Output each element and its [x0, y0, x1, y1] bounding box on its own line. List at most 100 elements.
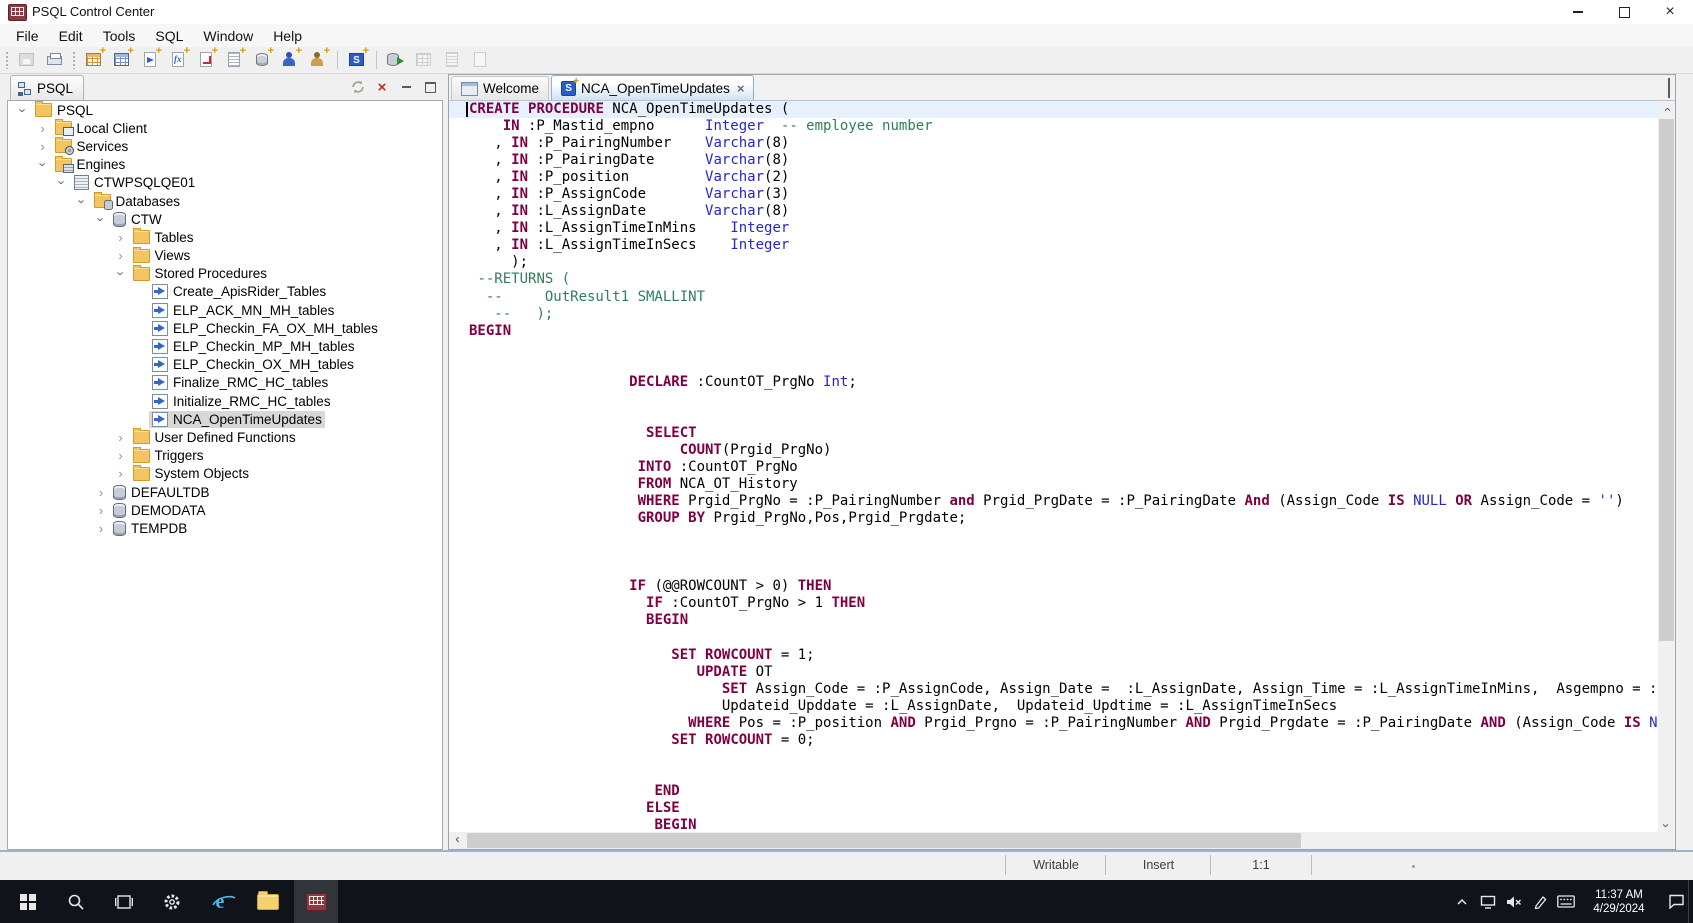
new-group-button[interactable]: + [305, 48, 331, 72]
tree-item-tempdb[interactable]: ›TEMPDB [8, 519, 442, 537]
menu-file[interactable]: File [6, 28, 49, 44]
tree-item-elp-checkin-mp-mh-tables[interactable]: ELP_Checkin_MP_MH_tables [8, 337, 442, 355]
tab-nca-opentimeupdates[interactable]: SNCA_OpenTimeUpdates× [551, 75, 754, 100]
tree-item-defaultdb[interactable]: ›DEFAULTDB [8, 483, 442, 501]
sql-code-editor[interactable]: CREATE PROCEDURE NCA_OpenTimeUpdates ( I… [449, 101, 1658, 834]
tab-welcome[interactable]: Welcome [451, 76, 549, 100]
clock-date: 4/29/2024 [1583, 902, 1655, 916]
tab-psql-explorer[interactable]: PSQL [10, 75, 84, 101]
hidden-icons-chevron[interactable] [1449, 880, 1475, 923]
tree-item-ctwpsqlqe01[interactable]: ›CTWPSQLQE01 [8, 174, 442, 192]
internet-explorer-button[interactable]: e [198, 880, 242, 923]
window-close-button[interactable]: × [1647, 0, 1693, 24]
expand-icon[interactable]: › [112, 248, 130, 263]
tree-item-body: Initialize_RMC_HC_tables [149, 393, 334, 410]
window-minimize-button[interactable] [1555, 0, 1601, 24]
tree-item-tables[interactable]: ›Tables [8, 228, 442, 246]
folder-icon [133, 267, 150, 281]
settings-button[interactable] [150, 880, 194, 923]
tree-item-nca-opentimeupdates[interactable]: NCA_OpenTimeUpdates [8, 410, 442, 428]
collapse-icon[interactable]: › [35, 156, 50, 174]
touch-keyboard-icon[interactable] [1553, 880, 1579, 923]
connect-database-button[interactable] [383, 48, 409, 72]
window-maximize-button[interactable] [1601, 0, 1647, 24]
expand-icon[interactable]: › [34, 139, 52, 154]
remove-connection-icon[interactable]: × [373, 78, 391, 96]
tree-item-elp-checkin-fa-ox-mh-tables[interactable]: ELP_Checkin_FA_OX_MH_tables [8, 319, 442, 337]
tree-item-elp-checkin-ox-mh-tables[interactable]: ELP_Checkin_OX_MH_tables [8, 356, 442, 374]
editor-horizontal-scrollbar[interactable]: › › [449, 832, 1675, 849]
volume-muted-icon[interactable] [1501, 880, 1527, 923]
expand-icon[interactable]: › [92, 521, 110, 536]
expand-icon[interactable]: › [112, 466, 130, 481]
proc-icon [152, 339, 168, 354]
tree-item-demodata[interactable]: ›DEMODATA [8, 501, 442, 519]
tree-item-initialize-rmc-hc-tables[interactable]: Initialize_RMC_HC_tables [8, 392, 442, 410]
collapse-icon[interactable]: › [74, 192, 89, 210]
new-query-button[interactable]: + [137, 48, 163, 72]
tree-item-elp-ack-mn-mh-tables[interactable]: ELP_ACK_MN_MH_tables [8, 301, 442, 319]
taskbar-clock[interactable]: 11:37 AM 4/29/2024 [1583, 888, 1655, 916]
tree-item-databases[interactable]: ›Databases [8, 192, 442, 210]
tree-item-psql[interactable]: ›PSQL [8, 101, 442, 119]
scroll-up-icon[interactable]: › [1658, 101, 1675, 118]
task-view-button[interactable] [102, 880, 146, 923]
new-view-button[interactable]: + [109, 48, 135, 72]
expand-icon[interactable]: › [92, 503, 110, 518]
new-function-button[interactable]: + [165, 48, 191, 72]
tree-item-views[interactable]: ›Views [8, 247, 442, 265]
search-button[interactable] [54, 880, 98, 923]
database-tree[interactable]: ›PSQL›Local Client›Services›Engines›CTWP… [7, 100, 443, 850]
menu-window[interactable]: Window [193, 28, 263, 44]
tree-item-triggers[interactable]: ›Triggers [8, 447, 442, 465]
tab-close-icon[interactable]: × [737, 81, 745, 96]
tree-item-stored-procedures[interactable]: ›Stored Procedures [8, 265, 442, 283]
panel-minimize-icon[interactable] [397, 78, 415, 96]
tree-item-engines[interactable]: ›Engines [8, 156, 442, 174]
code-line: BEGIN [449, 323, 1658, 340]
horizontal-scroll-thumb[interactable] [467, 833, 1301, 848]
new-database-button[interactable]: + [249, 48, 275, 72]
new-table-button[interactable]: + [81, 48, 107, 72]
collapse-icon[interactable]: › [55, 174, 70, 192]
menu-sql[interactable]: SQL [145, 28, 193, 44]
expand-icon[interactable]: › [112, 448, 130, 463]
expand-icon[interactable]: › [92, 485, 110, 500]
tree-item-services[interactable]: ›Services [8, 137, 442, 155]
psql-app-taskbar-button[interactable] [294, 880, 338, 923]
scroll-left-icon[interactable]: › [449, 832, 466, 849]
print-button[interactable] [42, 48, 68, 72]
folder-icon [55, 158, 72, 172]
panel-maximize-icon[interactable] [421, 78, 439, 96]
editor-maximize-icon[interactable] [1668, 80, 1670, 98]
menu-tools[interactable]: Tools [93, 28, 146, 44]
expand-icon[interactable]: › [34, 121, 52, 136]
collapse-icon[interactable]: › [94, 210, 109, 228]
tree-item-user-defined-functions[interactable]: ›User Defined Functions [8, 428, 442, 446]
editor-area: WelcomeSNCA_OpenTimeUpdates× CREATE PROC… [448, 74, 1676, 850]
new-sql-document-button[interactable]: + [344, 48, 370, 72]
collapse-icon[interactable]: › [113, 265, 128, 283]
tree-item-label: Local Client [77, 121, 148, 136]
tree-item-ctw[interactable]: ›CTW [8, 210, 442, 228]
start-button[interactable] [6, 880, 50, 923]
editor-vertical-scrollbar[interactable]: › › [1658, 101, 1675, 834]
expand-icon[interactable]: › [112, 230, 130, 245]
menu-help[interactable]: Help [263, 28, 312, 44]
show-desktop-button[interactable] [1688, 880, 1693, 923]
new-report-button[interactable]: + [221, 48, 247, 72]
new-trigger-button[interactable]: + [193, 48, 219, 72]
tree-item-create-apisrider-tables[interactable]: Create_ApisRider_Tables [8, 283, 442, 301]
collapse-icon[interactable]: › [16, 101, 31, 119]
tree-item-system-objects[interactable]: ›System Objects [8, 465, 442, 483]
vertical-scroll-thumb[interactable] [1659, 119, 1674, 641]
expand-icon[interactable]: › [112, 430, 130, 445]
tree-item-local-client[interactable]: › Local Client [8, 119, 442, 137]
pen-icon[interactable] [1527, 880, 1553, 923]
tree-item-finalize-rmc-hc-tables[interactable]: Finalize_RMC_HC_tables [8, 374, 442, 392]
file-explorer-button[interactable] [246, 880, 290, 923]
menu-edit[interactable]: Edit [49, 28, 93, 44]
refresh-icon[interactable] [349, 78, 367, 96]
new-user-button[interactable]: + [277, 48, 303, 72]
network-icon[interactable] [1475, 880, 1501, 923]
